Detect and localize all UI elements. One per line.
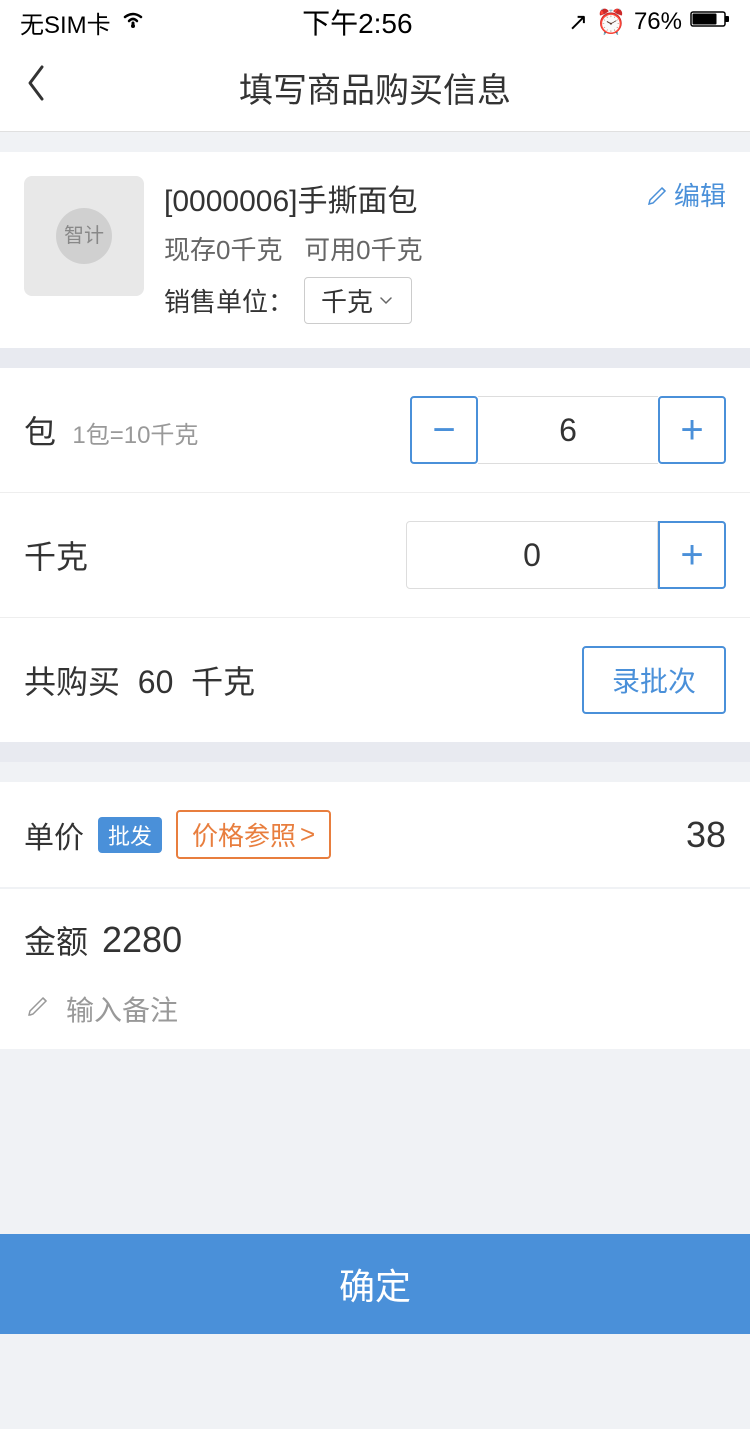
price-label: 单价 [24,813,84,857]
svg-text:智计: 智计 [64,224,104,247]
batch-button[interactable]: 录批次 [582,646,726,714]
bao-increment-button[interactable]: + [658,396,726,464]
product-card: 智计 [0000006]手撕面包 编辑 现存0千克 可用0千克 销售单位： 千克 [0,152,750,348]
page-title: 填写商品购买信息 [239,63,511,112]
location-icon: ↗ [568,8,588,37]
battery-icon [690,8,730,36]
amount-section: 金额 2280 输入备注 [0,889,750,1049]
edit-button[interactable]: 编辑 [646,176,726,213]
wifi-icon [119,8,147,36]
status-bar: 无SIM卡 下午2:56 ↗ ⏰ 76% [0,0,750,44]
bao-label-container: 包 1包=10千克 [24,407,198,453]
back-button[interactable] [24,63,48,112]
unit-value: 千克 [321,282,373,319]
bao-sublabel: 1包=10千克 [72,422,198,449]
remark-row[interactable]: 输入备注 [24,979,726,1039]
total-amount: 60 [138,664,174,700]
divider-2 [0,742,750,762]
kg-increment-button[interactable]: + [658,521,726,589]
total-label: 共购买 [24,664,120,700]
carrier-text: 无SIM卡 [20,5,111,40]
kg-row: 千克 + [0,493,750,618]
remark-icon [24,989,56,1029]
bao-label: 包 [24,414,56,450]
product-image: 智计 [24,176,144,296]
alarm-icon: ⏰ [596,8,626,37]
price-row: 单价 批发 价格参照 > 38 [24,810,726,859]
product-info: [0000006]手撕面包 编辑 现存0千克 可用0千克 销售单位： 千克 [164,176,726,324]
unit-select[interactable]: 千克 [304,277,412,324]
product-stock: 现存0千克 可用0千克 [164,230,726,267]
status-left: 无SIM卡 [20,5,147,40]
price-tag-pifa: 批发 [98,817,162,853]
total-text: 共购买 60 千克 [24,657,255,703]
kg-label: 千克 [24,532,104,578]
stock-text: 现存0千克 [164,235,282,265]
price-ref-arrow: > [300,819,315,850]
amount-row: 金额 2280 [24,917,726,963]
kg-controls: + [406,521,726,589]
product-name-row: [0000006]手撕面包 编辑 [164,176,726,220]
product-unit-row: 销售单位： 千克 [164,277,726,324]
bao-decrement-button[interactable]: − [410,396,478,464]
kg-input[interactable] [406,521,658,589]
bao-controls: − + [410,396,726,464]
total-row: 共购买 60 千克 录批次 [0,618,750,742]
input-section: 包 1包=10千克 − + 千克 + [0,368,750,618]
remark-placeholder: 输入备注 [66,989,178,1029]
bao-input[interactable] [478,396,658,464]
bao-row: 包 1包=10千克 − + [0,368,750,493]
available-text: 可用0千克 [304,235,422,265]
edit-label: 编辑 [674,176,726,213]
price-section: 单价 批发 价格参照 > 38 [0,782,750,887]
amount-label: 金额 [24,917,88,963]
status-right: ↗ ⏰ 76% [568,8,730,37]
price-ref-label: 价格参照 [192,816,296,853]
product-name: [0000006]手撕面包 [164,176,417,220]
nav-bar: 填写商品购买信息 [0,44,750,132]
total-unit: 千克 [191,664,255,700]
price-value: 38 [686,814,726,856]
unit-label: 销售单位： [164,282,294,319]
confirm-button[interactable]: 确定 [0,1234,750,1334]
amount-value: 2280 [102,919,182,961]
status-time: 下午2:56 [302,2,413,42]
price-ref-button[interactable]: 价格参照 > [176,810,331,859]
divider-1 [0,348,750,368]
battery-text: 76% [634,8,682,36]
